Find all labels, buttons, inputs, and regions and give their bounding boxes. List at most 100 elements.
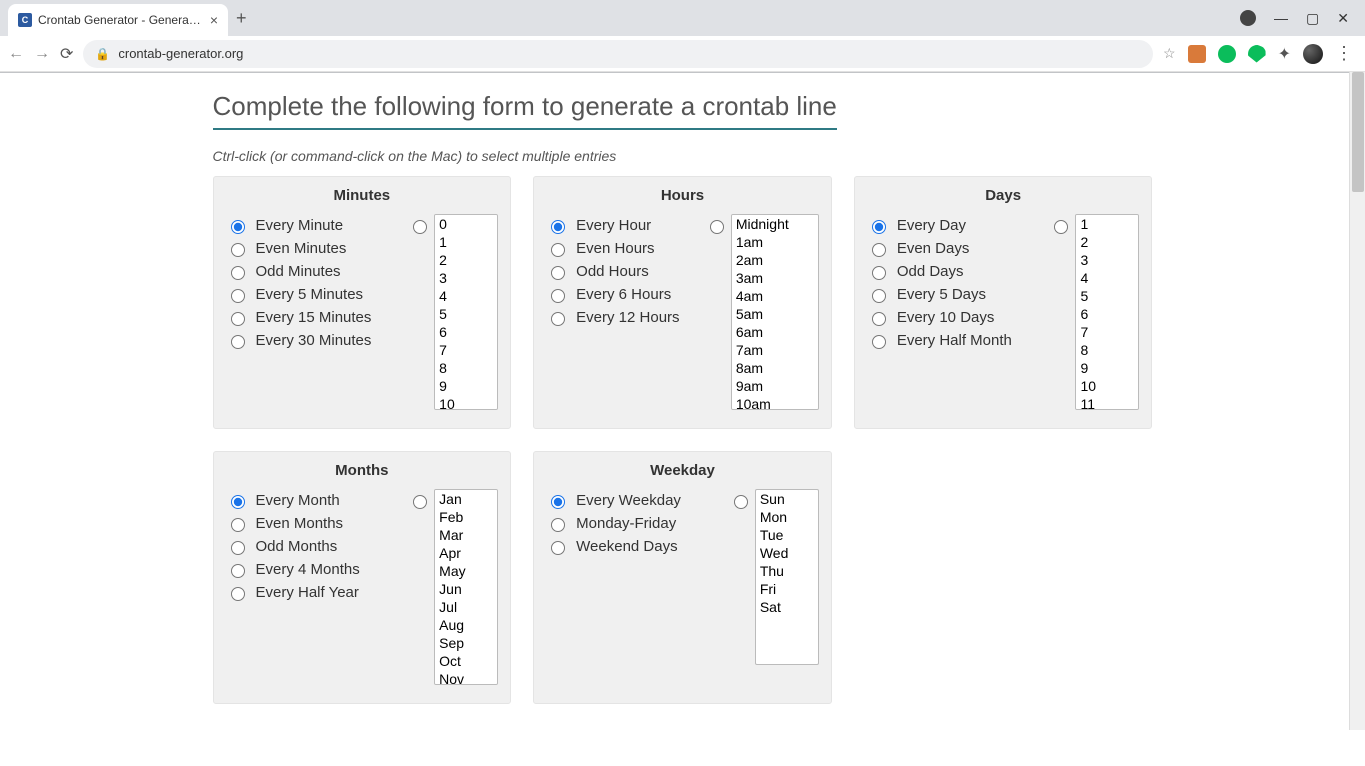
weekday-radio[interactable] [551, 541, 565, 555]
browser-tab[interactable]: C Crontab Generator - Generate cr × [8, 4, 228, 36]
account-icon[interactable] [1240, 10, 1256, 26]
shield-icon[interactable] [1248, 45, 1266, 63]
weekday-radio[interactable] [551, 518, 565, 532]
minutes-option[interactable]: Every 30 Minutes [226, 329, 403, 352]
days-radio[interactable] [872, 243, 886, 257]
hours-option[interactable]: Every 6 Hours [546, 283, 699, 306]
weekday-select[interactable]: SunMonTueWedThuFriSat [755, 489, 819, 665]
minutes-radio[interactable] [231, 312, 245, 326]
hours-specific-radio[interactable] [710, 220, 724, 234]
days-radio[interactable] [872, 220, 886, 234]
minutes-specific-radio[interactable] [413, 220, 427, 234]
url-text: crontab-generator.org [118, 46, 243, 61]
months-radio[interactable] [231, 587, 245, 601]
days-select[interactable]: 123456789101112131415 [1075, 214, 1139, 410]
minutes-radio[interactable] [231, 243, 245, 257]
avatar[interactable] [1303, 44, 1323, 64]
panel-minutes-title: Minutes [226, 187, 499, 204]
forward-button[interactable]: → [34, 45, 50, 63]
favicon-icon: C [18, 13, 32, 27]
browser-toolbar: ← → ⟳ 🔒 crontab-generator.org ☆ ✦ ⋮ [0, 36, 1365, 72]
days-option[interactable]: Every 5 Days [867, 283, 1044, 306]
minimize-button[interactable]: — [1274, 10, 1288, 26]
back-button[interactable]: ← [8, 45, 24, 63]
months-option[interactable]: Even Months [226, 512, 403, 535]
hours-option-label: Every 6 Hours [576, 286, 671, 303]
minutes-radio[interactable] [231, 289, 245, 303]
panel-months: Months Every MonthEven MonthsOdd MonthsE… [213, 451, 512, 704]
months-option-label: Odd Months [256, 538, 338, 555]
hours-option[interactable]: Every 12 Hours [546, 306, 699, 329]
days-option[interactable]: Every Half Month [867, 329, 1044, 352]
panel-hours-title: Hours [546, 187, 819, 204]
close-window-button[interactable]: ✕ [1337, 10, 1349, 27]
months-option[interactable]: Every Month [226, 489, 403, 512]
hours-select[interactable]: Midnight1am2am3am4am5am6am7am8am9am10am1… [731, 214, 819, 410]
months-option[interactable]: Every 4 Months [226, 558, 403, 581]
days-radio[interactable] [872, 335, 886, 349]
days-option[interactable]: Every 10 Days [867, 306, 1044, 329]
panel-days: Days Every DayEven DaysOdd DaysEvery 5 D… [854, 176, 1153, 429]
grammarly-icon[interactable] [1218, 45, 1236, 63]
weekday-radio-group: Every WeekdayMonday-FridayWeekend Days [546, 489, 723, 558]
close-icon[interactable]: × [210, 12, 218, 28]
months-radio[interactable] [231, 518, 245, 532]
days-radio[interactable] [872, 266, 886, 280]
minutes-option[interactable]: Even Minutes [226, 237, 403, 260]
days-radio[interactable] [872, 289, 886, 303]
hours-option[interactable]: Odd Hours [546, 260, 699, 283]
hours-radio[interactable] [551, 312, 565, 326]
hours-radio[interactable] [551, 266, 565, 280]
months-option-label: Every 4 Months [256, 561, 360, 578]
days-specific-radio[interactable] [1054, 220, 1068, 234]
hours-option-label: Every Hour [576, 217, 651, 234]
weekday-option[interactable]: Weekend Days [546, 535, 723, 558]
hours-radio[interactable] [551, 220, 565, 234]
hours-option-label: Odd Hours [576, 263, 649, 280]
minutes-option-label: Every 15 Minutes [256, 309, 372, 326]
hours-radio[interactable] [551, 243, 565, 257]
weekday-option[interactable]: Every Weekday [546, 489, 723, 512]
days-radio[interactable] [872, 312, 886, 326]
address-bar[interactable]: 🔒 crontab-generator.org [83, 40, 1153, 68]
bookmark-icon[interactable]: ☆ [1163, 45, 1176, 62]
minutes-option[interactable]: Every Minute [226, 214, 403, 237]
minutes-select[interactable]: 0123456789101112131415 [434, 214, 498, 410]
months-option[interactable]: Every Half Year [226, 581, 403, 604]
weekday-radio[interactable] [551, 495, 565, 509]
menu-icon[interactable]: ⋮ [1335, 43, 1351, 64]
reload-button[interactable]: ⟳ [60, 44, 73, 64]
days-option[interactable]: Odd Days [867, 260, 1044, 283]
minutes-radio[interactable] [231, 220, 245, 234]
months-specific-radio[interactable] [413, 495, 427, 509]
maximize-button[interactable]: ▢ [1306, 10, 1319, 27]
scrollbar-thumb[interactable] [1352, 72, 1364, 192]
new-tab-button[interactable]: + [236, 8, 247, 29]
days-option[interactable]: Even Days [867, 237, 1044, 260]
minutes-radio[interactable] [231, 335, 245, 349]
months-radio[interactable] [231, 495, 245, 509]
page-title: Complete the following form to generate … [213, 91, 837, 130]
browser-chrome: C Crontab Generator - Generate cr × + — … [0, 0, 1365, 73]
hours-option[interactable]: Every Hour [546, 214, 699, 237]
page-scrollbar[interactable] [1349, 72, 1365, 730]
minutes-radio-group: Every MinuteEven MinutesOdd MinutesEvery… [226, 214, 403, 352]
months-select[interactable]: JanFebMarAprMayJunJulAugSepOctNovDec [434, 489, 498, 685]
minutes-option[interactable]: Every 5 Minutes [226, 283, 403, 306]
minutes-option[interactable]: Odd Minutes [226, 260, 403, 283]
hours-option-label: Every 12 Hours [576, 309, 679, 326]
minutes-radio[interactable] [231, 266, 245, 280]
extension-icon[interactable] [1188, 45, 1206, 63]
months-option[interactable]: Odd Months [226, 535, 403, 558]
weekday-option[interactable]: Monday-Friday [546, 512, 723, 535]
hours-radio[interactable] [551, 289, 565, 303]
minutes-option-label: Even Minutes [256, 240, 347, 257]
months-radio[interactable] [231, 564, 245, 578]
minutes-option[interactable]: Every 15 Minutes [226, 306, 403, 329]
days-option-label: Every 5 Days [897, 286, 986, 303]
days-option[interactable]: Every Day [867, 214, 1044, 237]
weekday-specific-radio[interactable] [734, 495, 748, 509]
months-radio[interactable] [231, 541, 245, 555]
hours-option[interactable]: Even Hours [546, 237, 699, 260]
extensions-icon[interactable]: ✦ [1278, 44, 1291, 64]
